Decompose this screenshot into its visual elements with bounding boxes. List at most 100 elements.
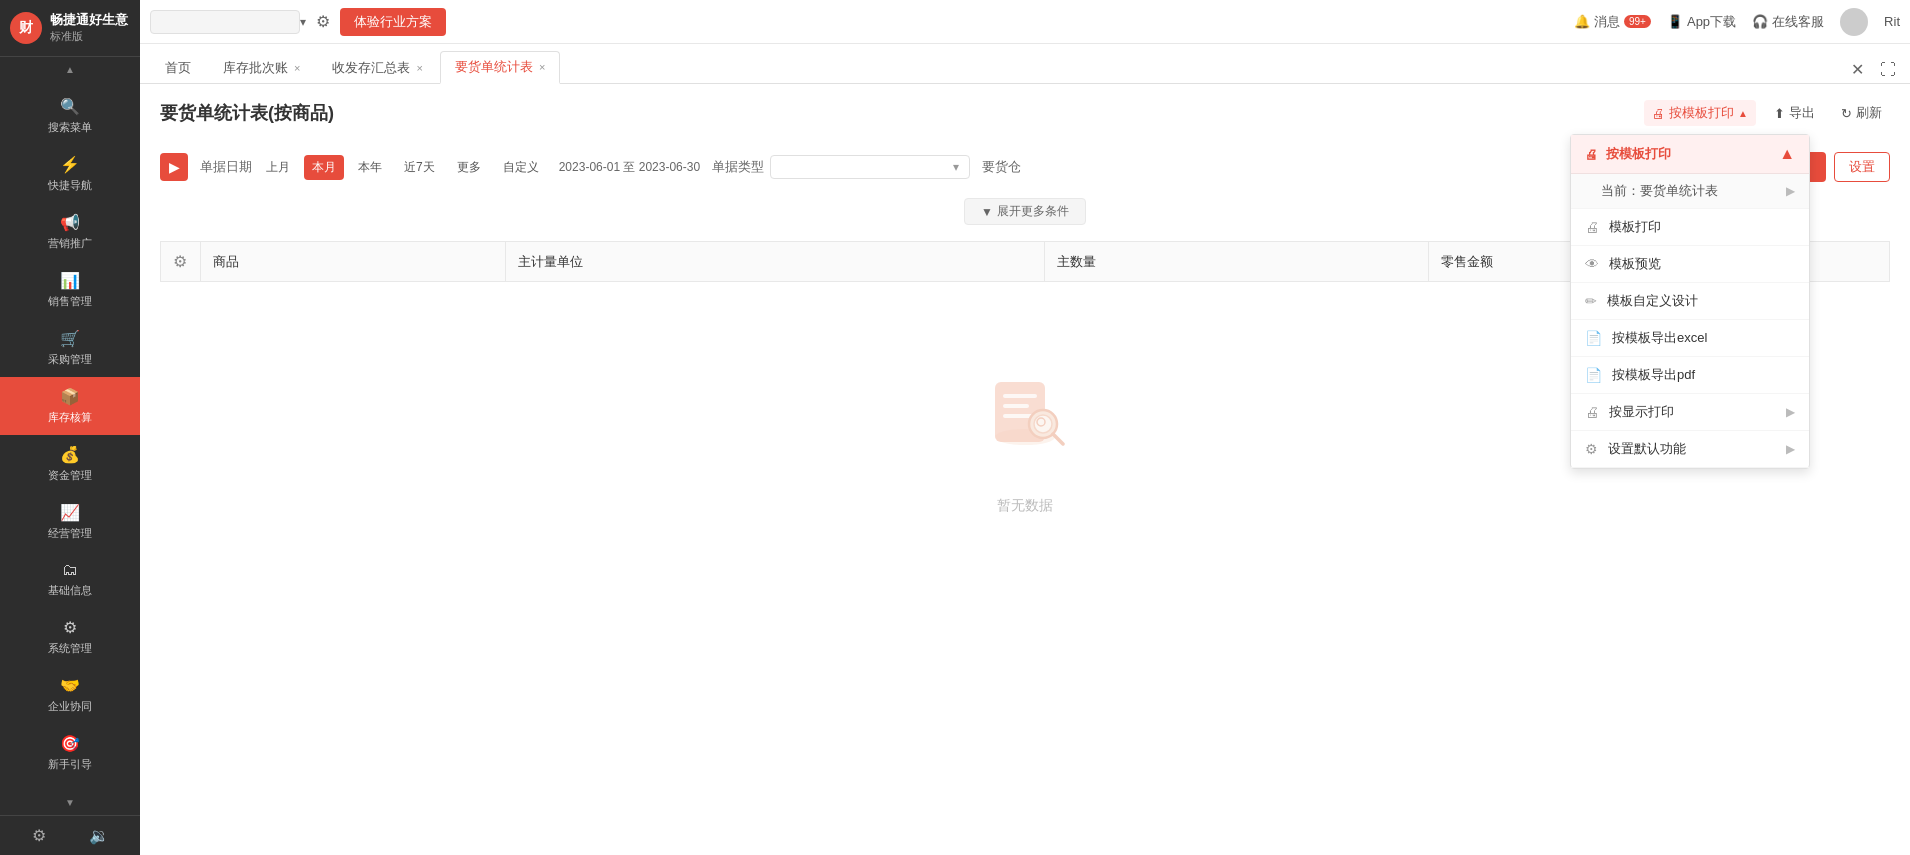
sidebar-item-inventory[interactable]: 📦 库存核算	[0, 377, 140, 435]
sidebar-item-purchase[interactable]: 🛒 采购管理	[0, 319, 140, 377]
sidebar-item-guide[interactable]: 🎯 新手引导	[0, 724, 140, 782]
current-template-item[interactable]: 当前：要货单统计表 ▶	[1571, 174, 1809, 209]
date-filter-group: 单据日期 上月 本月 本年 近7天 更多 自定义	[200, 155, 547, 180]
more-date-btn[interactable]: 更多	[449, 155, 489, 180]
svg-line-7	[1053, 434, 1063, 444]
date-range-group: 2023-06-01 至 2023-06-30	[559, 159, 700, 176]
filter-expand-btn[interactable]: ▶	[160, 153, 188, 181]
scroll-up-arrow[interactable]: ▲	[62, 61, 78, 78]
template-design-label: 模板自定义设计	[1607, 292, 1698, 310]
tab-order-summary[interactable]: 要货单统计表 ×	[440, 51, 560, 84]
notification-btn[interactable]: 🔔 消息 99+	[1574, 13, 1651, 31]
export-pdf-item[interactable]: 📄 按模板导出pdf	[1571, 357, 1809, 394]
order-type-label: 单据类型	[712, 158, 764, 176]
bell-icon: 🔔	[1574, 14, 1590, 29]
sidebar-item-system[interactable]: ⚙ 系统管理	[0, 608, 140, 666]
expand-more-btn[interactable]: ▼ 展开更多条件	[964, 198, 1086, 225]
tab-collection-summary[interactable]: 收发存汇总表 ×	[317, 52, 437, 83]
service-icon: 🎧	[1752, 14, 1768, 29]
top-header: ▾ ⚙ 体验行业方案 🔔 消息 99+ 📱 App下载 🎧 在线客服 Rit	[140, 0, 1910, 44]
customer-service-btn[interactable]: 🎧 在线客服	[1752, 13, 1824, 31]
sidebar-item-finance[interactable]: 💰 资金管理	[0, 435, 140, 493]
tab-close-inventory-batch[interactable]: ×	[294, 63, 300, 74]
prev-month-btn[interactable]: 上月	[258, 155, 298, 180]
sidebar-item-marketing[interactable]: 📢 营销推广	[0, 203, 140, 261]
app-download-btn[interactable]: 📱 App下载	[1667, 13, 1736, 31]
sidebar-item-collab[interactable]: 🤝 企业协同	[0, 666, 140, 724]
svg-rect-3	[1003, 404, 1029, 408]
custom-date-btn[interactable]: 自定义	[495, 155, 547, 180]
page-inner: 要货单统计表(按商品) 🖨 按模板打印 ▲ ⬆ 导出 ↻ 刷新	[140, 84, 1910, 855]
sidebar-item-basic[interactable]: 🗂 基础信息	[0, 551, 140, 608]
download-icon: 📱	[1667, 14, 1683, 29]
sidebar-nav: 🔍 搜索菜单 ⚡ 快捷导航 📢 营销推广 📊 销售管理 🛒 采购管理 📦 库存核…	[0, 82, 140, 790]
page-title: 要货单统计表(按商品)	[160, 101, 334, 125]
sidebar-scroll-down[interactable]: ▼	[0, 790, 140, 815]
refresh-icon: ↻	[1841, 106, 1852, 121]
template-preview-item[interactable]: 👁 模板预览	[1571, 246, 1809, 283]
settings-btn[interactable]: 设置	[1834, 152, 1890, 182]
set-default-arrow: ▶	[1786, 442, 1795, 456]
sidebar-item-quick-nav[interactable]: ⚡ 快捷导航	[0, 145, 140, 203]
search-dropdown-btn[interactable]: ▾	[300, 15, 306, 29]
template-preview-icon: 👁	[1585, 256, 1599, 272]
collab-icon: 🤝	[60, 676, 80, 695]
header-gear-btn[interactable]: ⚙	[316, 12, 330, 31]
last-7-days-btn[interactable]: 近7天	[396, 155, 443, 180]
print-dropdown-title: 按模板打印	[1606, 145, 1671, 163]
refresh-btn[interactable]: ↻ 刷新	[1833, 100, 1890, 126]
search-input[interactable]	[150, 10, 300, 34]
tab-close-order-summary[interactable]: ×	[539, 62, 545, 73]
notification-label: 消息	[1594, 13, 1620, 31]
collapse-dropdown-btn[interactable]: ▲	[1779, 145, 1795, 163]
page-content: 要货单统计表(按商品) 🖨 按模板打印 ▲ ⬆ 导出 ↻ 刷新	[140, 84, 1910, 855]
date-range-text: 2023-06-01 至 2023-06-30	[559, 159, 700, 176]
sidebar-scroll-up[interactable]: ▲	[0, 57, 140, 82]
current-template-label: 当前：要货单统计表	[1601, 182, 1718, 200]
export-icon: ⬆	[1774, 106, 1785, 121]
sidebar-item-operations[interactable]: 📈 经营管理	[0, 493, 140, 551]
basic-icon: 🗂	[62, 561, 78, 579]
current-month-btn[interactable]: 本月	[304, 155, 344, 180]
settings-footer-btn[interactable]: ⚙	[32, 826, 46, 845]
industry-btn[interactable]: 体验行业方案	[340, 8, 446, 36]
tab-home[interactable]: 首页	[150, 52, 206, 83]
tab-close-collection-summary[interactable]: ×	[416, 63, 422, 74]
scroll-down-arrow[interactable]: ▼	[62, 794, 78, 811]
table-header-product: 商品	[201, 242, 506, 282]
export-excel-item[interactable]: 📄 按模板导出excel	[1571, 320, 1809, 357]
sidebar-item-sales[interactable]: 📊 销售管理	[0, 261, 140, 319]
export-btn[interactable]: ⬆ 导出	[1766, 100, 1823, 126]
sound-footer-btn[interactable]: 🔉	[89, 826, 109, 845]
require-goods-group: 要货仓	[982, 158, 1021, 176]
close-all-tabs-btn[interactable]: ✕	[1847, 56, 1868, 83]
table-settings-icon[interactable]: ⚙	[173, 253, 187, 270]
sidebar-item-search-menu[interactable]: 🔍 搜索菜单	[0, 87, 140, 145]
print-dropdown: 🖨 按模板打印 ▲ 当前：要货单统计表 ▶ 🖨	[1570, 134, 1810, 469]
set-default-item[interactable]: ⚙ 设置默认功能 ▶	[1571, 431, 1809, 468]
tab-inventory-batch[interactable]: 库存批次账 ×	[208, 52, 315, 83]
sidebar-item-app-center[interactable]: 🧩 应用中心	[0, 782, 140, 790]
template-print-item[interactable]: 🖨 模板打印	[1571, 209, 1809, 246]
order-type-select[interactable]: ▾	[770, 155, 970, 179]
export-excel-label: 按模板导出excel	[1612, 329, 1707, 347]
template-design-item[interactable]: ✏ 模板自定义设计	[1571, 283, 1809, 320]
current-year-btn[interactable]: 本年	[350, 155, 390, 180]
username: Rit	[1884, 14, 1900, 29]
app-download-label: App下载	[1687, 13, 1736, 31]
print-template-btn[interactable]: 🖨 按模板打印 ▲	[1644, 100, 1756, 126]
template-preview-label: 模板预览	[1609, 255, 1661, 273]
app-logo: 财 畅捷通好生意 标准版	[0, 0, 140, 57]
display-print-icon: 🖨	[1585, 404, 1599, 420]
template-print-label: 模板打印	[1609, 218, 1661, 236]
operations-icon: 📈	[60, 503, 80, 522]
avatar[interactable]	[1840, 8, 1868, 36]
print-dropdown-header: 🖨 按模板打印 ▲	[1571, 135, 1809, 174]
set-default-icon: ⚙	[1585, 441, 1598, 457]
tab-bar: 首页 库存批次账 × 收发存汇总表 × 要货单统计表 × ✕ ⛶	[140, 44, 1910, 84]
display-print-item[interactable]: 🖨 按显示打印 ▶	[1571, 394, 1809, 431]
logo-text: 畅捷通好生意 标准版	[50, 12, 128, 43]
header-actions: 🔔 消息 99+ 📱 App下载 🎧 在线客服 Rit	[1574, 8, 1900, 36]
expand-tabs-btn[interactable]: ⛶	[1876, 57, 1900, 83]
empty-icon	[975, 362, 1075, 481]
